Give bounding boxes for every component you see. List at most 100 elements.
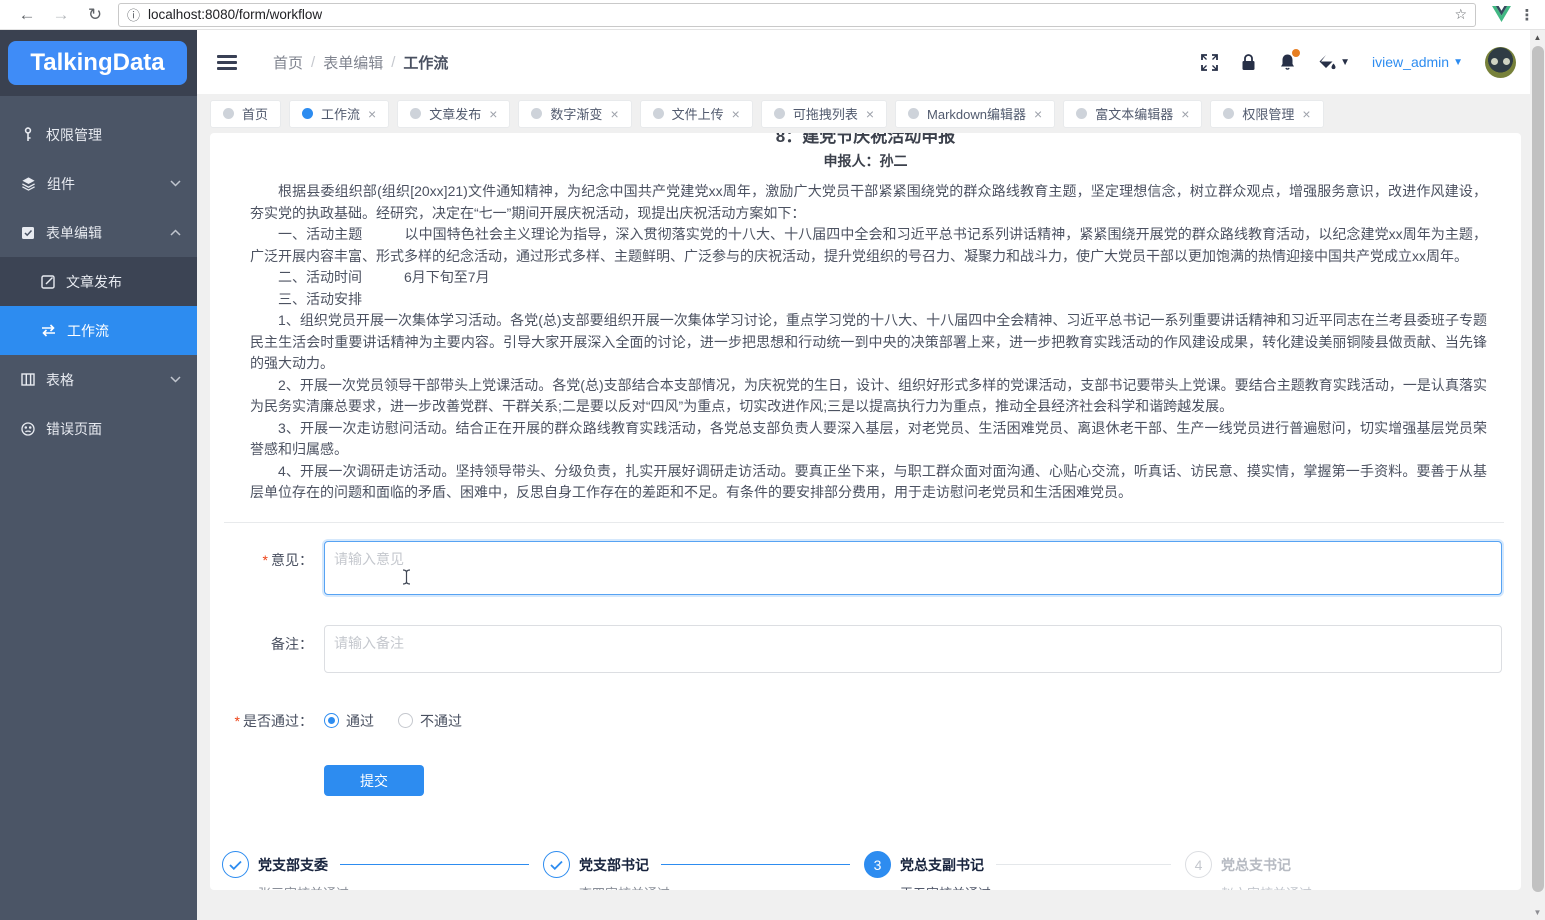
step-connector <box>661 864 850 865</box>
applicant: 申报人：孙二 <box>823 153 908 169</box>
error-face-icon <box>21 421 35 436</box>
breadcrumb-home[interactable]: 首页 <box>273 52 303 73</box>
approval-steps: 党支部支委 张三审核并通过 党支部书记 <box>210 851 1521 890</box>
step-connector <box>996 864 1171 865</box>
tab-markdown-editor[interactable]: Markdown编辑器 × <box>895 99 1056 128</box>
tab-dot-icon <box>223 108 234 119</box>
lock-icon[interactable] <box>1240 53 1257 71</box>
username: iview_admin <box>1372 54 1450 70</box>
bookmark-star-icon[interactable]: ☆ <box>1454 6 1467 23</box>
vue-devtools-icon[interactable] <box>1492 6 1511 23</box>
browser-back-icon[interactable]: ← <box>10 5 44 25</box>
browser-forward-icon[interactable]: → <box>44 5 78 25</box>
browser-menu-icon[interactable]: ⋮ <box>1519 6 1535 24</box>
submit-button[interactable]: 提交 <box>324 765 424 796</box>
breadcrumb-form-edit[interactable]: 表单编辑 <box>323 52 383 73</box>
page-info-icon[interactable]: ⓘ <box>127 5 140 24</box>
step-number: 4 <box>1185 851 1212 878</box>
layers-icon <box>22 177 35 191</box>
tab-workflow[interactable]: 工作流 × <box>289 99 390 128</box>
chevron-down-icon <box>170 180 181 187</box>
notification-bell-icon[interactable] <box>1279 49 1301 71</box>
close-icon[interactable]: × <box>368 107 376 121</box>
tab-label: 首页 <box>242 107 269 122</box>
scrollbar-track[interactable] <box>1530 45 1545 905</box>
note-textarea[interactable] <box>324 625 1502 673</box>
text-cursor-icon <box>402 569 411 588</box>
chevron-down-icon: ▼ <box>1340 56 1351 68</box>
opinion-label: * 意见： <box>262 552 313 568</box>
paragraph: 1、组织党员开展一次集体学习活动。各党(总)支部要组织开展一次集体学习讨论，重点… <box>250 312 1487 371</box>
tab-number-gradient[interactable]: 数字渐变 × <box>518 99 632 128</box>
fullscreen-icon[interactable] <box>1201 53 1219 71</box>
close-icon[interactable]: × <box>1181 107 1189 121</box>
paragraph: 根据县委组织部(组织[20xx]21)文件通知精神，为纪念中国共产党建党xx周年… <box>250 183 1487 221</box>
paragraph: 一、活动主题 以中国特色社会主义理论为指导，深入贯彻落实党的十八大、十八届四中全… <box>250 226 1487 264</box>
close-icon[interactable]: × <box>1034 107 1042 121</box>
tab-article-publish[interactable]: 文章发布 × <box>397 99 511 128</box>
tab-label: 文件上传 <box>671 107 724 122</box>
sidebar-item-label: 表格 <box>46 371 74 388</box>
close-icon[interactable]: × <box>1302 107 1310 121</box>
url-bar[interactable]: ⓘ localhost:8080/form/workflow ☆ <box>118 2 1476 27</box>
step-3-current: 3 党总支副书记 王五审核并通过 <box>864 851 1185 890</box>
paragraph: 二、活动时间 6月下旬至7月 <box>278 269 490 285</box>
scroll-down-icon[interactable]: ▼ <box>1530 905 1545 920</box>
sidebar-item-label: 权限管理 <box>46 126 102 143</box>
step-connector <box>340 864 529 865</box>
tab-label: 可拖拽列表 <box>792 107 858 122</box>
edit-icon <box>41 274 55 289</box>
close-icon[interactable]: × <box>489 107 497 121</box>
scroll-up-icon[interactable]: ▲ <box>1530 30 1545 45</box>
tab-file-upload[interactable]: 文件上传 × <box>639 99 753 128</box>
workflow-card: 8：建党节庆祝活动申报 申报人：孙二 根据县委组织部(组织[20xx]21)文件… <box>210 133 1521 890</box>
breadcrumb: 首页 / 表单编辑 / 工作流 <box>273 52 449 73</box>
tab-label: 数字渐变 <box>550 107 603 122</box>
sidebar-item-label: 工作流 <box>67 322 109 339</box>
tab-label: 工作流 <box>321 107 361 122</box>
user-menu[interactable]: iview_admin ▼ <box>1372 54 1463 70</box>
tab-dot-icon <box>1223 108 1235 119</box>
tab-dot-icon <box>1076 108 1088 119</box>
radio-pass[interactable]: 通过 <box>324 711 374 731</box>
sidebar-item-article-publish[interactable]: 文章发布 <box>0 257 197 306</box>
app-header: 首页 / 表单编辑 / 工作流 ▼ iview_admin ▼ <box>197 30 1530 94</box>
sidebar-item-components[interactable]: 组件 <box>0 159 197 208</box>
theme-bucket-icon[interactable]: ▼ <box>1318 54 1350 71</box>
sidebar-item-workflow[interactable]: 工作流 <box>0 306 197 355</box>
hamburger-menu-icon[interactable] <box>217 52 237 73</box>
tab-richtext-editor[interactable]: 富文本编辑器 × <box>1063 99 1203 128</box>
browser-reload-icon[interactable]: ↻ <box>78 5 112 25</box>
tab-permissions[interactable]: 权限管理 × <box>1210 99 1324 128</box>
close-icon[interactable]: × <box>610 107 618 121</box>
tab-home[interactable]: 首页 <box>210 99 282 128</box>
breadcrumb-current: 工作流 <box>403 54 449 72</box>
sidebar-item-form-edit[interactable]: 表单编辑 <box>0 208 197 257</box>
sidebar-item-label: 错误页面 <box>46 420 102 437</box>
sidebar-item-permissions[interactable]: 权限管理 <box>0 110 197 159</box>
paragraph: 2、开展一次党员领导干部带头上党课活动。各党(总)支部结合本支部情况，为庆祝党的… <box>250 376 1487 415</box>
document-title: 8：建党节庆祝活动申报 <box>775 133 956 146</box>
tab-label: 文章发布 <box>429 107 482 122</box>
sidebar-item-label: 组件 <box>47 175 75 192</box>
tab-dot-icon <box>302 108 314 119</box>
opinion-textarea[interactable] <box>324 541 1502 595</box>
step-number: 3 <box>864 851 891 878</box>
step-check-icon <box>222 851 249 878</box>
tab-dot-icon <box>410 108 422 119</box>
close-icon[interactable]: × <box>866 107 874 121</box>
url-text[interactable]: localhost:8080/form/workflow <box>148 7 1454 22</box>
sidebar-item-tables[interactable]: 表格 <box>0 355 197 404</box>
tab-dot-icon <box>773 108 785 119</box>
close-icon[interactable]: × <box>732 107 740 121</box>
sidebar-item-label: 表单编辑 <box>46 224 102 241</box>
radio-fail[interactable]: 不通过 <box>398 711 462 731</box>
logo-strip: TalkingData <box>0 30 197 96</box>
scrollbar-thumb[interactable] <box>1531 46 1544 892</box>
avatar[interactable] <box>1485 46 1516 78</box>
radio-dot-icon <box>398 713 413 728</box>
tab-draggable-list[interactable]: 可拖拽列表 × <box>760 99 888 128</box>
chevron-down-icon: ▼ <box>1453 56 1463 68</box>
sidebar-item-error-pages[interactable]: 错误页面 <box>0 404 197 453</box>
notification-badge <box>1292 49 1301 57</box>
